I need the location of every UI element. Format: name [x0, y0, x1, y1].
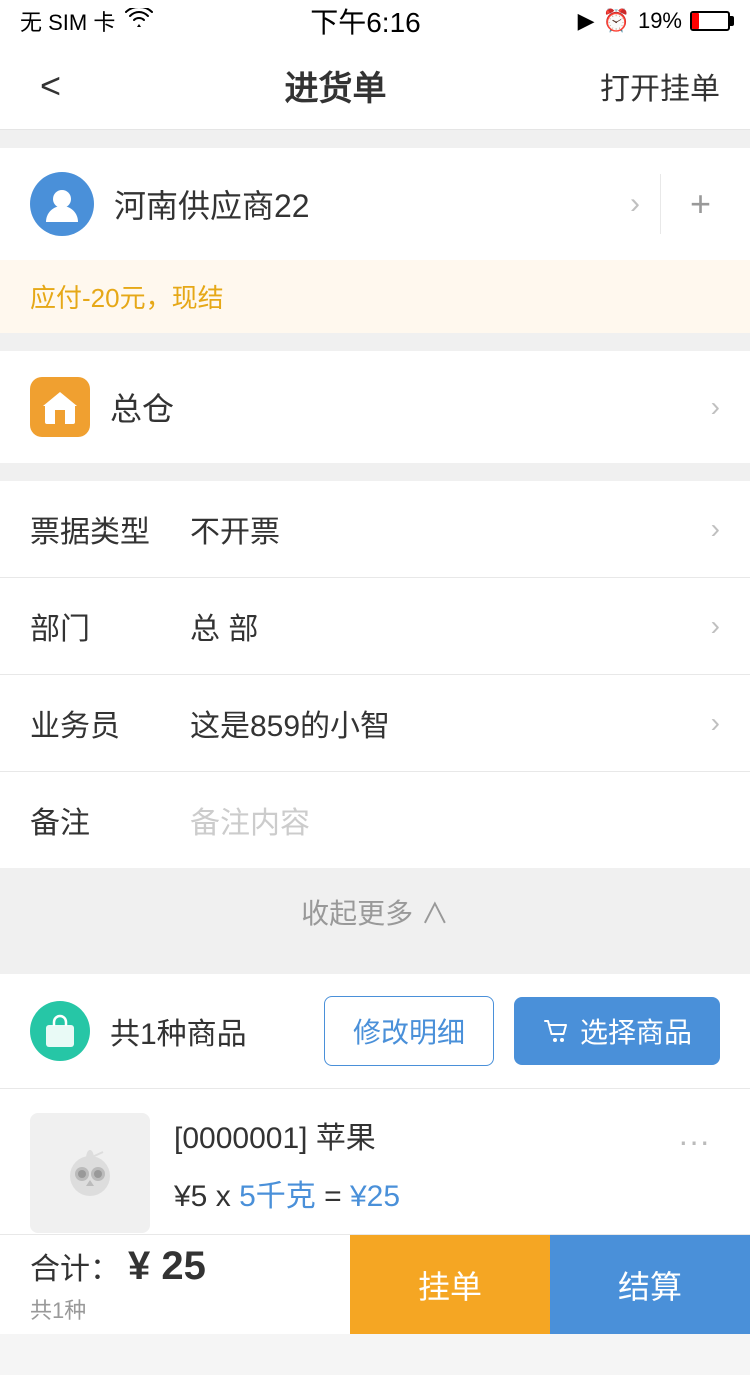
supplier-section: 河南供应商22 › + 应付-20元，现结 — [0, 148, 750, 333]
remark-placeholder: 备注内容 — [190, 798, 720, 842]
bottom-total-section: 合计： ¥ 25 共1种 — [0, 1235, 350, 1334]
warehouse-section: 总仓 › — [0, 351, 750, 463]
product-more-button[interactable]: ··· — [668, 1113, 720, 1170]
carrier-text: 无 SIM 卡 — [20, 5, 115, 37]
divider-3 — [0, 956, 750, 974]
warehouse-icon — [30, 377, 90, 437]
product-unit-price: ¥5 — [174, 1180, 207, 1213]
battery-icon — [690, 11, 730, 31]
sales-label: 业务员 — [30, 701, 190, 745]
total-sub: 共1种 — [30, 1293, 320, 1325]
cart-icon — [542, 1017, 570, 1045]
product-section: 共1种商品 修改明细 选择商品 — [0, 974, 750, 1257]
status-left: 无 SIM 卡 — [20, 5, 153, 37]
checkout-button[interactable]: 结算 — [550, 1235, 750, 1334]
back-button[interactable]: < — [30, 55, 71, 117]
dept-value: 总 部 — [190, 604, 711, 648]
remark-label: 备注 — [30, 798, 190, 842]
collapse-label: 收起更多 ∧ — [301, 892, 449, 932]
open-hang-button[interactable]: 打开挂单 — [600, 64, 720, 108]
supplier-avatar — [30, 172, 94, 236]
product-bag-icon — [30, 1001, 90, 1061]
hang-button[interactable]: 挂单 — [350, 1235, 550, 1334]
dept-row[interactable]: 部门 总 部 › — [0, 578, 750, 674]
supplier-row[interactable]: 河南供应商22 › + — [0, 148, 750, 260]
divider-2 — [0, 463, 750, 481]
add-supplier-button[interactable]: + — [660, 174, 720, 234]
notice-banner: 应付-20元，现结 — [0, 260, 750, 333]
product-info: [0000001] 苹果 ¥5 x 5千克 = ¥25 — [174, 1113, 644, 1215]
invoice-value: 不开票 — [190, 507, 711, 551]
product-thumb-icon — [55, 1138, 125, 1208]
total-amount: ¥ 25 — [128, 1244, 206, 1289]
product-header: 共1种商品 修改明细 选择商品 — [0, 974, 750, 1088]
divider-1 — [0, 333, 750, 351]
supplier-chevron-icon: › — [630, 187, 640, 221]
dept-chevron-icon: › — [711, 610, 720, 642]
product-quantity: 5千克 — [239, 1180, 316, 1213]
product-total: ¥25 — [350, 1180, 400, 1213]
alarm-icon: ⏰ — [603, 8, 630, 34]
product-thumbnail — [30, 1113, 150, 1233]
warehouse-chevron-icon: › — [711, 391, 720, 423]
total-label: 合计： — [30, 1244, 120, 1288]
location-icon: ▶ — [578, 8, 595, 34]
sales-value: 这是859的小智 — [190, 701, 711, 745]
invoice-chevron-icon: › — [711, 513, 720, 545]
invoice-section: 票据类型 不开票 › 部门 总 部 › 业务员 这是859的小智 › 备注 备注… — [0, 481, 750, 868]
select-product-button[interactable]: 选择商品 — [514, 997, 720, 1065]
product-item: [0000001] 苹果 ¥5 x 5千克 = ¥25 ··· — [0, 1089, 750, 1257]
supplier-name: 河南供应商22 — [114, 181, 620, 227]
product-code: [0000001] — [174, 1122, 307, 1155]
collapse-row[interactable]: 收起更多 ∧ — [0, 868, 750, 956]
battery-percent: 19% — [638, 8, 682, 34]
select-product-label: 选择商品 — [580, 1011, 692, 1051]
page-title: 进货单 — [285, 61, 387, 110]
product-name: [0000001] 苹果 — [174, 1113, 644, 1157]
bottom-bar: 合计： ¥ 25 共1种 挂单 结算 — [0, 1234, 750, 1334]
product-price-row: ¥5 x 5千克 = ¥25 — [174, 1171, 644, 1215]
status-right: ▶ ⏰ 19% — [578, 8, 730, 34]
warehouse-name: 总仓 — [110, 384, 711, 430]
sales-row[interactable]: 业务员 这是859的小智 › — [0, 675, 750, 771]
invoice-label: 票据类型 — [30, 507, 190, 551]
remark-row[interactable]: 备注 备注内容 — [0, 772, 750, 868]
product-title: 苹果 — [316, 1122, 376, 1155]
invoice-row[interactable]: 票据类型 不开票 › — [0, 481, 750, 577]
warehouse-row[interactable]: 总仓 › — [0, 351, 750, 463]
sales-chevron-icon: › — [711, 707, 720, 739]
nav-bar: < 进货单 打开挂单 — [0, 42, 750, 130]
top-divider — [0, 130, 750, 148]
product-multiply: x — [216, 1180, 239, 1213]
dept-label: 部门 — [30, 604, 190, 648]
total-main: 合计： ¥ 25 — [30, 1244, 320, 1289]
product-equals: = — [324, 1180, 350, 1213]
status-time: 下午6:16 — [310, 1, 421, 41]
wifi-icon — [125, 8, 153, 34]
edit-detail-button[interactable]: 修改明细 — [324, 996, 494, 1066]
status-bar: 无 SIM 卡 下午6:16 ▶ ⏰ 19% — [0, 0, 750, 42]
product-count-text: 共1种商品 — [110, 1009, 304, 1053]
